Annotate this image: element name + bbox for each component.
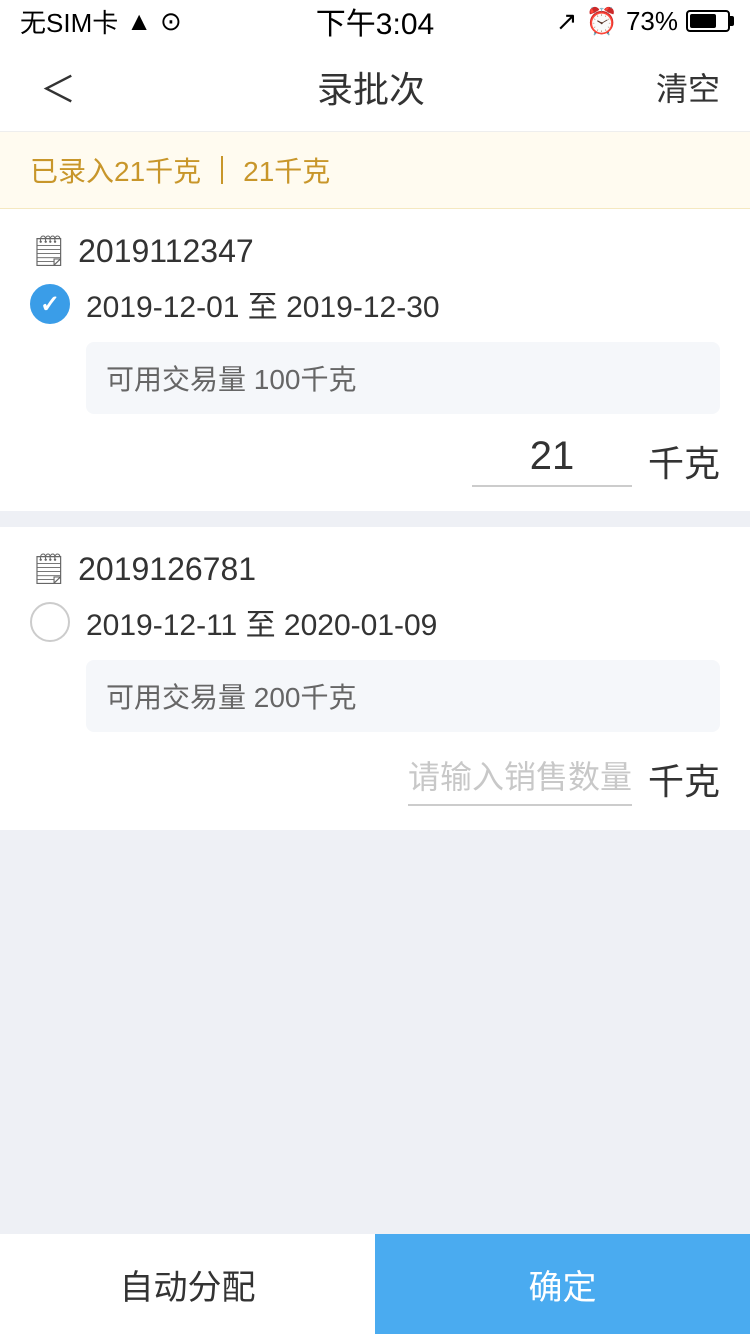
batch-2-icon: 🗒: [30, 552, 68, 587]
nav-bar: ＜ 录批次 清空: [0, 42, 750, 132]
batch-1-available: 可用交易量 100千克: [86, 342, 720, 414]
batch-card-2: 🗒 2019126781 2019-12-11 至 2020-01-09 可用交…: [0, 527, 750, 830]
batch-2-radio[interactable]: [30, 602, 70, 642]
wifi-signal: ⊙: [160, 6, 182, 37]
batch-2-quantity-container: 请输入销售数量: [408, 752, 632, 806]
bottom-actions: 自动分配 确定: [0, 1234, 750, 1334]
batch-1-details: 🗒 2019112347 2019-12-01 至 2019-12-30 可用交…: [0, 209, 750, 487]
back-button[interactable]: ＜: [30, 51, 86, 123]
batch-1-header: 🗒 2019112347: [30, 233, 720, 270]
info-bar: 已录入21千克 21千克: [0, 132, 750, 209]
batch-1-id: 2019112347: [78, 233, 254, 270]
battery-icon: [686, 10, 730, 32]
clear-button[interactable]: 清空: [656, 64, 720, 110]
batch-1-unit: 千克: [648, 435, 720, 487]
total-label: 21千克: [243, 150, 330, 190]
batch-2-date: 2019-12-11 至 2020-01-09: [86, 600, 437, 644]
status-bar: 无SIM卡 ▲ ⊙ 下午3:04 ↗ ⏰ 73%: [0, 0, 750, 42]
batch-1-date: 2019-12-01 至 2019-12-30: [86, 282, 440, 326]
sim-text: 无SIM卡: [20, 3, 118, 40]
batch-2-header: 🗒 2019126781: [30, 551, 720, 588]
confirm-button[interactable]: 确定: [375, 1234, 750, 1334]
batch-2-date-row: 2019-12-11 至 2020-01-09: [30, 600, 720, 644]
status-bar-time: 下午3:04: [316, 0, 434, 43]
battery-percent: 73%: [626, 6, 678, 37]
wifi-icon: ▲: [126, 6, 152, 37]
location-icon: ↗: [556, 6, 578, 37]
status-bar-right: ↗ ⏰ 73%: [556, 6, 730, 37]
batch-1-icon: 🗒: [30, 234, 68, 269]
card-separator-2: [0, 830, 750, 1290]
batch-2-unit: 千克: [648, 753, 720, 805]
batch-1-quantity-container: 21: [472, 434, 632, 487]
batch-2-quantity-placeholder: 请输入销售数量: [408, 759, 632, 795]
alarm-icon: ⏰: [586, 6, 618, 37]
batch-1-radio[interactable]: [30, 284, 70, 324]
batch-card-1: 🗒 2019112347 2019-12-01 至 2019-12-30 可用交…: [0, 209, 750, 511]
batch-2-available: 可用交易量 200千克: [86, 660, 720, 732]
info-divider: [221, 156, 223, 184]
recorded-label: 已录入21千克: [30, 150, 201, 190]
auto-distribute-button[interactable]: 自动分配: [0, 1234, 375, 1334]
batch-2-id: 2019126781: [78, 551, 256, 588]
batch-1-quantity-row: 21 千克: [30, 414, 720, 487]
page-title: 录批次: [317, 61, 425, 113]
batch-1-date-row: 2019-12-01 至 2019-12-30: [30, 282, 720, 326]
batch-1-quantity-value: 21: [530, 434, 575, 478]
status-bar-left: 无SIM卡 ▲ ⊙: [20, 3, 182, 40]
batch-2-details: 🗒 2019126781 2019-12-11 至 2020-01-09 可用交…: [0, 527, 750, 806]
batch-2-quantity-row: 请输入销售数量 千克: [30, 732, 720, 806]
card-separator-1: [0, 511, 750, 527]
